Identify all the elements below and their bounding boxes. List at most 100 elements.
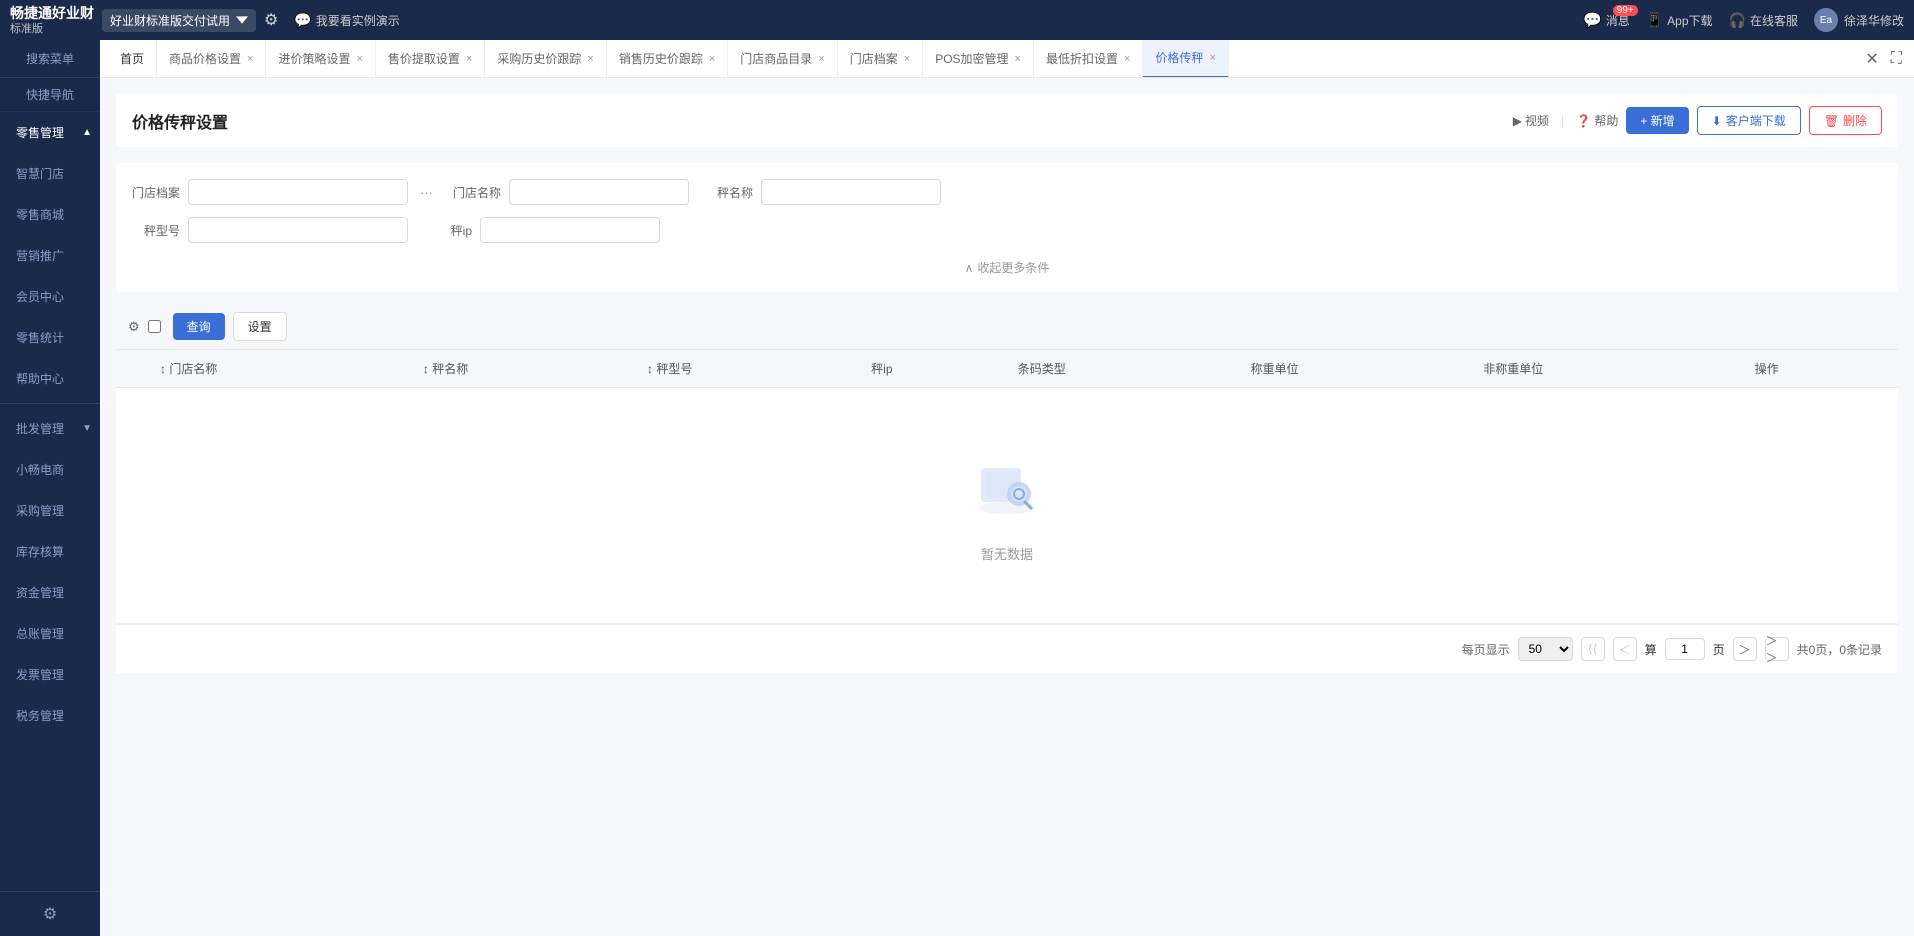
tab-close-store-profile[interactable]: × — [904, 53, 910, 65]
version-selector[interactable]: 好业财标准版交付试用 — [102, 9, 256, 32]
top-bar: 畅捷通好业财 标准版 好业财标准版交付试用 ⚙ 💬 我要看实例演示 💬 消息 9… — [0, 0, 1914, 40]
form-row-1: 门店档案 ··· 门店名称 秤名称 — [132, 179, 1882, 205]
tab-close-sale-history[interactable]: × — [709, 53, 715, 65]
page-total: 共0页，0条记录 — [1797, 641, 1882, 658]
tab-close-purchase-strategy[interactable]: × — [356, 53, 362, 65]
page-input[interactable] — [1665, 638, 1705, 660]
tab-purchase-strategy[interactable]: 进价策略设置 × — [266, 40, 375, 78]
sidebar-item-ecommerce[interactable]: 小畅电商 — [0, 449, 100, 490]
prev-page-btn[interactable]: ＜ — [1613, 637, 1637, 661]
sidebar-search[interactable]: 搜索菜单 — [0, 40, 100, 78]
select-all-checkbox[interactable] — [148, 320, 161, 333]
tab-close-all[interactable]: ✕ — [1861, 49, 1882, 69]
tab-bar-actions: ✕ ⛶ — [1861, 49, 1906, 69]
page-content: 价格传秤设置 ▶ 视频 | ❓ 帮助 + 新增 ⬇ 客户端下载 — [100, 78, 1914, 936]
question-icon: ❓ — [1576, 114, 1591, 128]
sidebar-item-marketing[interactable]: 营销推广 — [0, 235, 100, 276]
tab-min-discount[interactable]: 最低折扣设置 × — [1034, 40, 1143, 78]
tab-sale-history[interactable]: 销售历史价跟踪 × — [607, 40, 728, 78]
tab-store-catalog[interactable]: 门店商品目录 × — [728, 40, 837, 78]
sidebar: 搜索菜单 快捷导航 零售管理 ▲ 智慧门店 零售商城 营销推广 会员中心 零售统… — [0, 40, 100, 936]
video-link[interactable]: ▶ 视频 — [1513, 112, 1549, 129]
th-store-name[interactable]: ↕ 门店名称 — [148, 350, 411, 388]
sidebar-item-retail-mall[interactable]: 零售商城 — [0, 194, 100, 235]
th-barcode-type: 条码类型 — [1006, 350, 1239, 388]
tab-expand[interactable]: ⛶ — [1887, 50, 1906, 68]
scale-ip-input[interactable] — [480, 217, 660, 243]
per-page-label: 每页显示 — [1462, 641, 1510, 658]
per-page-select[interactable]: 50 10 20 100 — [1518, 637, 1573, 661]
th-action: 操作 — [1743, 350, 1898, 388]
sidebar-item-retail-stats[interactable]: 零售统计 — [0, 317, 100, 358]
th-scale-name[interactable]: ↕ 秤名称 — [411, 350, 635, 388]
tab-close-price-scale[interactable]: × — [1209, 52, 1215, 64]
scale-name-input[interactable] — [761, 179, 941, 205]
th-checkbox — [116, 350, 148, 388]
settings-icon[interactable]: ⚙ — [264, 10, 278, 30]
tab-close-pos-manage[interactable]: × — [1015, 53, 1021, 65]
tab-close-min-discount[interactable]: × — [1124, 53, 1130, 65]
app-logo: 畅捷通好业财 标准版 — [10, 4, 94, 36]
sidebar-item-general-ledger[interactable]: 总账管理 — [0, 613, 100, 654]
tab-purchase-history[interactable]: 采购历史价跟踪 × — [485, 40, 606, 78]
sidebar-nav[interactable]: 快捷导航 — [0, 78, 100, 112]
th-scale-model[interactable]: ↕ 秤型号 — [635, 350, 859, 388]
trash-icon: 🗑 — [1824, 114, 1839, 128]
sidebar-item-smart-store[interactable]: 智慧门店 — [0, 153, 100, 194]
demo-link[interactable]: 💬 我要看实例演示 — [294, 12, 399, 29]
sidebar-item-finance[interactable]: 资金管理 — [0, 572, 100, 613]
th-weight-unit: 称重单位 — [1238, 350, 1471, 388]
data-table: ↕ 门店名称 ↕ 秤名称 ↕ 秤型号 秤ip 条码类型 称重单位 非称重单 — [116, 350, 1898, 624]
store-name-input[interactable] — [509, 179, 689, 205]
tab-sale-extract[interactable]: 售价提取设置 × — [376, 40, 485, 78]
avatar: Ea — [1814, 8, 1838, 32]
app-download-btn[interactable]: 📱 App下载 — [1646, 12, 1713, 29]
scale-model-input[interactable] — [188, 217, 408, 243]
tab-price-scale[interactable]: 价格传秤 × — [1143, 40, 1228, 78]
store-profile-input[interactable] — [188, 179, 408, 205]
tab-home[interactable]: 首页 — [108, 40, 157, 78]
online-service-btn[interactable]: 🎧 在线客服 — [1729, 12, 1798, 29]
download-button[interactable]: ⬇ 客户端下载 — [1697, 106, 1801, 135]
chevron-up-icon: ∧ — [965, 261, 974, 275]
help-link[interactable]: ❓ 帮助 — [1576, 112, 1618, 129]
next-page-btn[interactable]: ＞ — [1733, 637, 1757, 661]
form-item-scale-model: 秤型号 — [132, 217, 408, 243]
collapse-bar[interactable]: ∧ 收起更多条件 — [132, 255, 1882, 276]
th-non-weight-unit: 非称重单位 — [1471, 350, 1743, 388]
sidebar-item-invoice[interactable]: 发票管理 — [0, 654, 100, 695]
user-menu[interactable]: Ea 徐泽华修改 — [1814, 8, 1904, 32]
empty-state: 暂无数据 — [116, 388, 1898, 623]
sidebar-item-wholesale[interactable]: 批发管理 ▼ — [0, 408, 100, 449]
sidebar-item-inventory[interactable]: 库存核算 — [0, 531, 100, 572]
tab-close-purchase-history[interactable]: × — [587, 53, 593, 65]
form-item-scale-name: 秤名称 — [705, 179, 941, 205]
first-page-btn[interactable]: ⟨⟨ — [1581, 637, 1605, 661]
tab-store-profile[interactable]: 门店档案 × — [838, 40, 923, 78]
sidebar-item-member[interactable]: 会员中心 — [0, 276, 100, 317]
tab-price-setting[interactable]: 商品价格设置 × — [157, 40, 266, 78]
store-profile-more[interactable]: ··· — [416, 185, 437, 200]
sidebar-item-help[interactable]: 帮助中心 — [0, 358, 100, 399]
sidebar-item-tax[interactable]: 税务管理 — [0, 695, 100, 736]
tab-close-price-setting[interactable]: × — [247, 53, 253, 65]
tab-close-sale-extract[interactable]: × — [466, 53, 472, 65]
tab-bar: 首页 商品价格设置 × 进价策略设置 × 售价提取设置 × 采购历史价跟踪 × … — [100, 40, 1914, 78]
delete-button[interactable]: 🗑 删除 — [1809, 106, 1882, 135]
message-btn[interactable]: 💬 消息 99+ — [1583, 11, 1630, 29]
sidebar-item-retail[interactable]: 零售管理 ▲ — [0, 112, 100, 153]
tab-pos-manage[interactable]: POS加密管理 × — [923, 40, 1034, 78]
store-name-label: 门店名称 — [453, 184, 501, 201]
table-settings-icon[interactable]: ⚙ — [128, 319, 140, 335]
set-button[interactable]: 设置 — [233, 312, 287, 341]
sidebar-item-purchase[interactable]: 采购管理 — [0, 490, 100, 531]
form-item-store-profile: 门店档案 ··· — [132, 179, 437, 205]
query-button[interactable]: 查询 — [173, 313, 225, 340]
add-button[interactable]: + 新增 — [1626, 107, 1688, 134]
sidebar-settings-icon[interactable]: ⚙ — [0, 891, 100, 936]
chevron-up-icon: ▲ — [82, 127, 92, 138]
empty-icon — [967, 448, 1047, 528]
last-page-btn[interactable]: ＞＞ — [1765, 637, 1789, 661]
tab-close-store-catalog[interactable]: × — [818, 53, 824, 65]
scale-ip-label: 秤ip — [424, 222, 472, 239]
